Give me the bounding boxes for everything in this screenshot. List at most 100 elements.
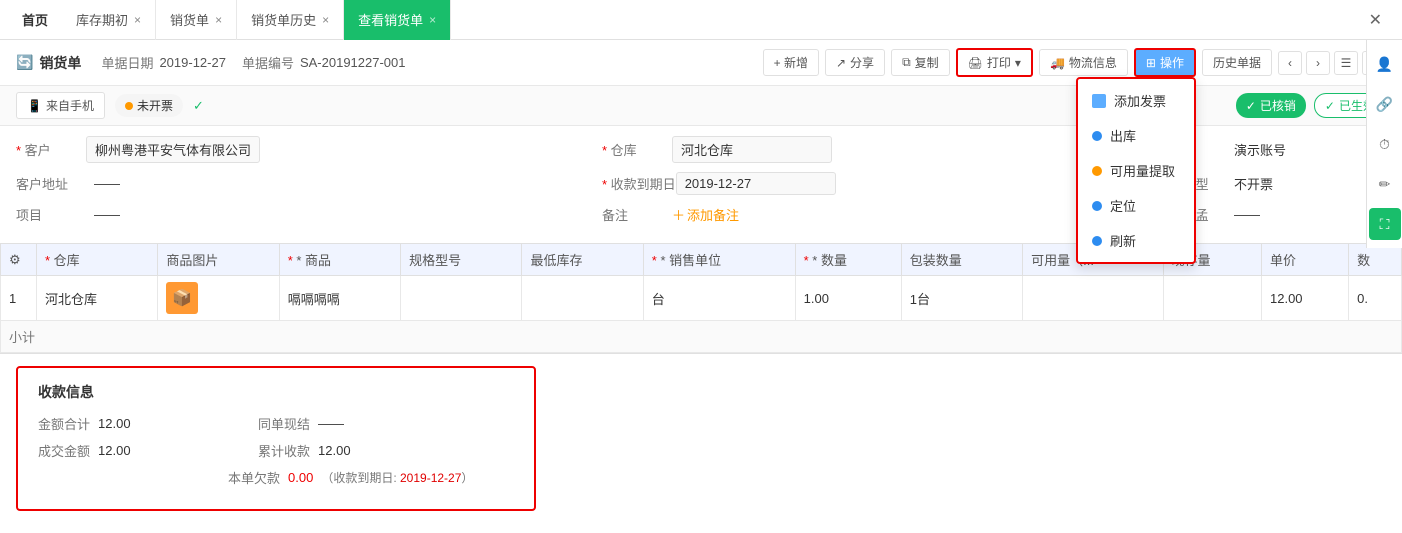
sidebar-edit-icon[interactable]: ✏ — [1369, 168, 1401, 200]
tab-home[interactable]: 首页 — [8, 0, 62, 40]
number-value: SA-20191227-001 — [300, 55, 406, 70]
copy-button[interactable]: ⧉ 复制 — [891, 49, 950, 76]
menu-available-qty[interactable]: 可用量提取 — [1078, 153, 1194, 188]
subtotal-label: 小计 — [1, 321, 1402, 353]
list-view-button[interactable]: ☰ — [1334, 51, 1358, 75]
subtotal-row: 小计 — [1, 321, 1402, 353]
table-header-spec: 规格型号 — [401, 244, 522, 276]
operations-icon: ⊞ — [1146, 56, 1156, 70]
from-phone-button[interactable]: 📱 来自手机 — [16, 92, 105, 119]
operations-dropdown-container: ⊞ 操作 添加发票 出库 可用量提取 — [1134, 48, 1196, 77]
date-field: 单据日期 2019-12-27 — [101, 53, 226, 72]
address-value: —— — [86, 173, 246, 194]
sidebar-link-icon[interactable]: 🔗 — [1369, 88, 1401, 120]
row-stock — [1163, 276, 1262, 321]
row-available — [1023, 276, 1163, 321]
row-min-stock — [522, 276, 643, 321]
history-button[interactable]: 历史单据 — [1202, 49, 1272, 76]
prev-record-button[interactable]: ‹ — [1278, 51, 1302, 75]
form-title: 销货单 — [39, 53, 81, 73]
number-field: 单据编号 SA-20191227-001 — [242, 53, 406, 72]
print-button[interactable]: 🖨 打印 ▾ — [956, 48, 1033, 77]
table-header-product: * 商品 — [279, 244, 400, 276]
address-group: 客户地址 —— — [16, 173, 562, 194]
due-date-label: 收款到期日 — [602, 174, 676, 193]
ticket-status-dot — [125, 102, 133, 110]
print-chevron-icon: ▾ — [1015, 56, 1021, 70]
due-amount-label: 本单欠款 — [228, 468, 280, 487]
next-record-button[interactable]: › — [1306, 51, 1330, 75]
menu-add-invoice[interactable]: 添加发票 — [1078, 83, 1194, 118]
operations-button[interactable]: ⊞ 操作 — [1134, 48, 1196, 77]
table-header-qty: * 数量 — [795, 244, 901, 276]
tab-sales-order[interactable]: 销货单 × — [156, 0, 237, 40]
row-pack-qty: 1台 — [901, 276, 1022, 321]
customer-label: 客户 — [16, 140, 86, 159]
main-content: 🔄 销货单 单据日期 2019-12-27 单据编号 SA-20191227-0… — [0, 40, 1402, 533]
table-header-unit: * 销售单位 — [643, 244, 795, 276]
total-amount-value: 12.00 — [98, 416, 131, 431]
global-close-button[interactable]: ✕ — [1357, 10, 1394, 30]
checked-badge: ✓ 已核销 — [1236, 93, 1306, 118]
logistics-button[interactable]: 🚚 物流信息 — [1039, 49, 1128, 76]
same-order-value: —— — [318, 416, 344, 431]
transaction-amount-value: 12.00 — [98, 443, 131, 458]
warehouse-group: 仓库 河北仓库 — [602, 136, 1148, 163]
table-header-min-stock: 最低库存 — [522, 244, 643, 276]
cumulative-item: 累计收款 12.00 — [258, 441, 438, 460]
menu-outbound[interactable]: 出库 — [1078, 118, 1194, 153]
tab-close-sales[interactable]: × — [215, 13, 222, 27]
bottom-panel: 收款信息 金额合计 12.00 同单现结 —— 成交金额 12.00 累计收款 — [0, 353, 1402, 523]
tab-inventory-init[interactable]: 库存期初 × — [62, 0, 156, 40]
menu-locate[interactable]: 定位 — [1078, 188, 1194, 223]
due-date-value[interactable]: 2019-12-27 — [676, 172, 836, 195]
available-qty-icon — [1092, 166, 1102, 176]
sidebar-person-icon[interactable]: 👤 — [1369, 48, 1401, 80]
new-button[interactable]: + 新增 — [763, 49, 819, 76]
table-header-settings[interactable]: ⚙ — [1, 244, 37, 276]
warehouse-label: 仓库 — [602, 140, 672, 159]
ticket-value: 不开票 — [1226, 171, 1386, 196]
staff-value: 演示账号 — [1226, 137, 1386, 162]
customer-value[interactable]: 柳州粤港平安气体有限公司 — [86, 136, 260, 163]
date-label: 单据日期 — [101, 53, 153, 72]
warehouse-value[interactable]: 河北仓库 — [672, 136, 832, 163]
row-image: 📦 — [158, 276, 279, 321]
plus-icon: ＋ — [672, 205, 685, 224]
row-unit: 台 — [643, 276, 795, 321]
right-status-area: ✓ 已核销 ✓ 已生效 — [1236, 93, 1386, 118]
row-product: 嗝嗝嗝嗝 — [279, 276, 400, 321]
add-note-button[interactable]: ＋ 添加备注 — [672, 205, 739, 224]
sidebar-clock-icon[interactable]: ⏱ — [1369, 128, 1401, 160]
locate-icon — [1092, 201, 1102, 211]
copy-icon: ⧉ — [902, 55, 911, 70]
tab-close-view[interactable]: × — [429, 13, 436, 27]
tab-close-inventory[interactable]: × — [134, 13, 141, 27]
menu-refresh[interactable]: 刷新 — [1078, 223, 1194, 258]
print-dropdown-container: 🖨 打印 ▾ — [956, 48, 1033, 77]
outbound-icon — [1092, 131, 1102, 141]
sidebar-expand-icon[interactable]: ⛶ — [1369, 208, 1401, 240]
due-amount-item: 本单欠款 0.00 （收款到期日: 2019-12-27） — [228, 468, 473, 487]
table-header-price: 单价 — [1262, 244, 1349, 276]
address-label: 客户地址 — [16, 174, 86, 193]
tab-view-sales[interactable]: 查看销货单 × — [344, 0, 451, 40]
operations-menu: 添加发票 出库 可用量提取 定位 — [1076, 77, 1196, 264]
check-mark-icon: ✓ — [1246, 99, 1256, 113]
tab-close-history[interactable]: × — [322, 13, 329, 27]
print-icon: 🖨 — [968, 56, 983, 70]
row-warehouse: 河北仓库 — [37, 276, 158, 321]
status-badge-ticket: 未开票 — [115, 94, 183, 117]
due-date-group: 收款到期日 2019-12-27 — [602, 172, 1148, 195]
refresh-icon — [1092, 236, 1102, 246]
payment-row-3: 本单欠款 0.00 （收款到期日: 2019-12-27） — [38, 468, 514, 487]
tab-sales-history[interactable]: 销货单历史 × — [237, 0, 344, 40]
same-order-label: 同单现结 — [258, 414, 310, 433]
share-button[interactable]: ↗ 分享 — [825, 49, 885, 76]
row-qty: 1.00 — [795, 276, 901, 321]
table-row: 1 河北仓库 📦 嗝嗝嗝嗝 台 1.00 1台 12.00 — [1, 276, 1402, 321]
row-price: 12.00 — [1262, 276, 1349, 321]
project-group: 项目 —— — [16, 204, 562, 225]
total-amount-item: 金额合计 12.00 — [38, 414, 218, 433]
add-invoice-icon — [1092, 94, 1106, 108]
